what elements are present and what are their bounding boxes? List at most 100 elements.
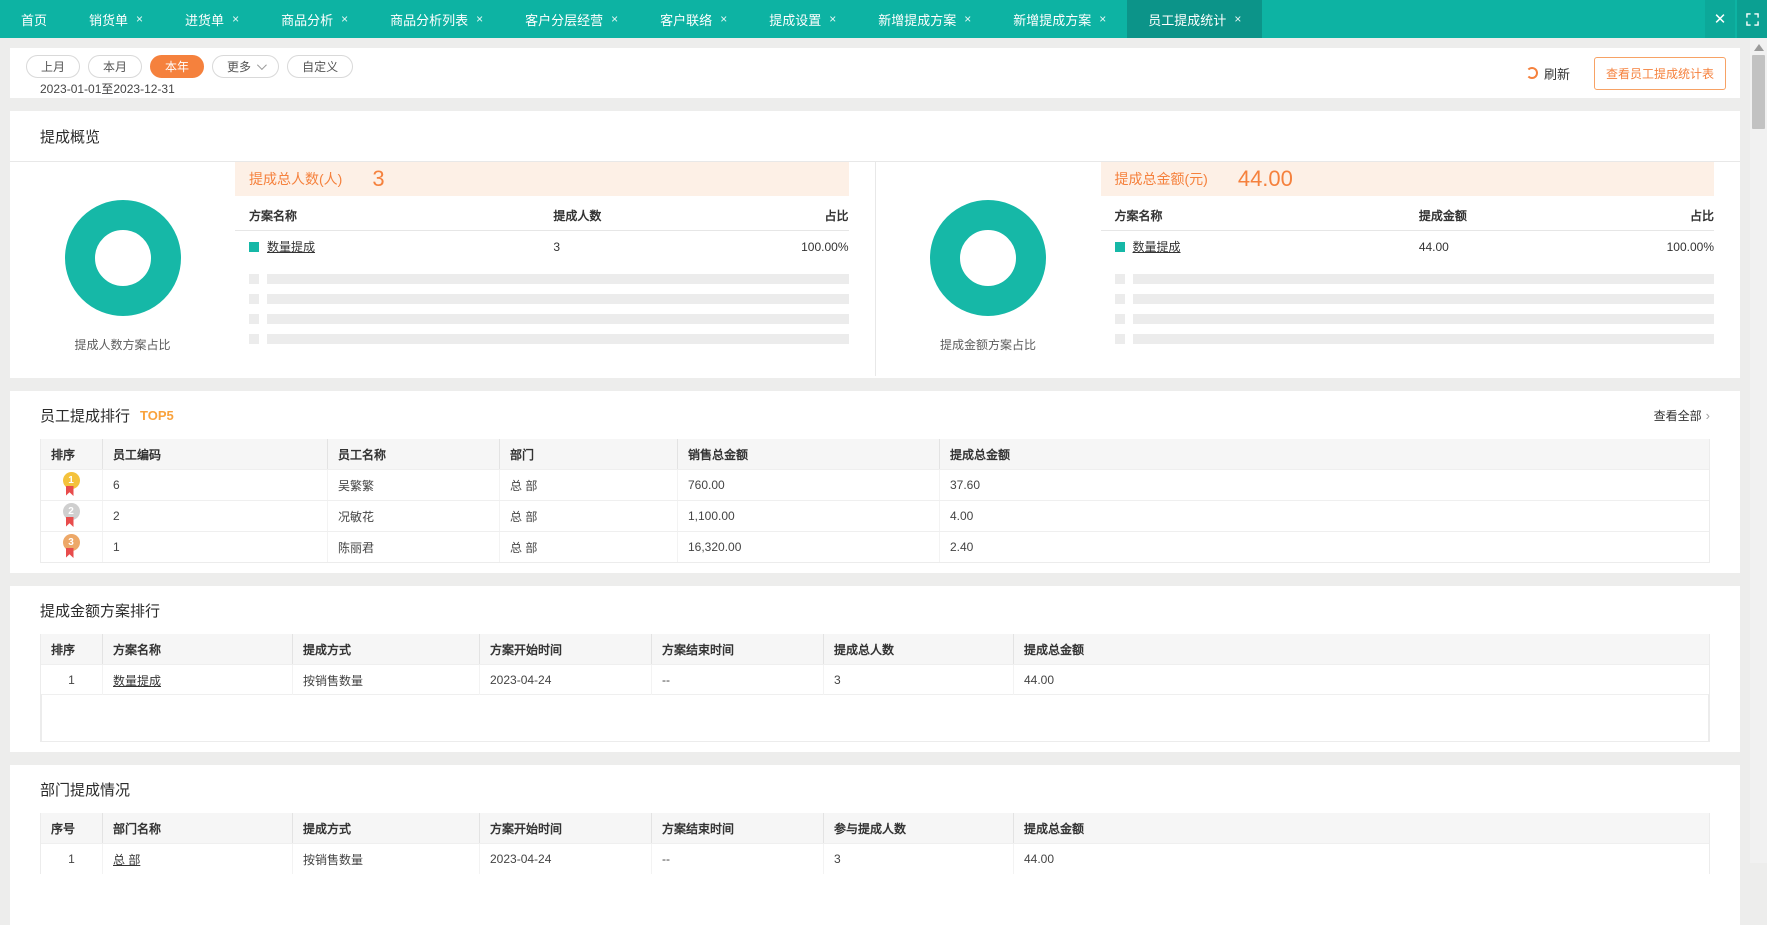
tab-label: 客户分层经营 bbox=[525, 10, 603, 29]
fullscreen-icon bbox=[1746, 13, 1759, 26]
tab-label: 销货单 bbox=[89, 10, 128, 29]
tab-close-icon[interactable]: × bbox=[341, 12, 348, 26]
tab-commission-settings[interactable]: 提成设置× bbox=[748, 0, 857, 38]
tab-customer-tiering[interactable]: 客户分层经营 × bbox=[504, 0, 639, 38]
chevron-right-icon: › bbox=[1706, 408, 1710, 423]
col-value: 提成人数 bbox=[553, 207, 743, 224]
plan-link[interactable]: 数量提成 bbox=[113, 672, 161, 689]
col-method: 提成方式 bbox=[293, 634, 480, 664]
tab-new-commission-plan-2[interactable]: 新增提成方案× bbox=[992, 0, 1127, 38]
plan-link[interactable]: 数量提成 bbox=[1133, 238, 1181, 255]
plan-link[interactable]: 数量提成 bbox=[267, 238, 315, 255]
legend-swatch bbox=[1115, 242, 1125, 252]
tab-sales-order[interactable]: 销货单 × bbox=[68, 0, 164, 38]
total-sales: 16,320.00 bbox=[678, 532, 940, 562]
tab-label: 客户联络 bbox=[660, 10, 712, 29]
tab-close-icon[interactable]: × bbox=[136, 12, 143, 26]
employee-code: 2 bbox=[103, 501, 328, 531]
col-total-amount: 提成总金额 bbox=[1014, 813, 1709, 843]
col-value: 提成金额 bbox=[1419, 207, 1609, 224]
row-value: 44.00 bbox=[1419, 240, 1609, 254]
col-start-date: 方案开始时间 bbox=[480, 634, 652, 664]
department-link[interactable]: 总 部 bbox=[113, 851, 140, 868]
tab-close-icon[interactable]: × bbox=[611, 12, 618, 26]
section-title: 员工提成排行 bbox=[40, 405, 130, 426]
total-sales: 760.00 bbox=[678, 470, 940, 500]
table-header-row: 排序 员工编码 员工名称 部门 销售总金额 提成总金额 bbox=[41, 439, 1709, 469]
refresh-label: 刷新 bbox=[1544, 64, 1570, 83]
section-header: 员工提成排行 TOP5 查看全部 › bbox=[40, 405, 1710, 426]
plan-ranking-section: 提成金额方案排行 排序 方案名称 提成方式 方案开始时间 方案结束时间 提成总人… bbox=[10, 586, 1740, 752]
overview-body: 提成人数方案占比 提成总人数(人) 3 方案名称 提成人数 占比 bbox=[10, 162, 1740, 376]
total-commission: 37.60 bbox=[940, 470, 1709, 500]
tab-new-commission-plan-1[interactable]: 新增提成方案× bbox=[857, 0, 992, 38]
col-rank: 排序 bbox=[41, 634, 103, 664]
tab-close-icon[interactable]: × bbox=[1234, 12, 1241, 26]
top-tab-bar: 首页 销货单 × 进货单 × 商品分析× 商品分析列表 × 客户分层经营 × 客户联络 ×… bbox=[0, 0, 1767, 38]
view-all-link[interactable]: 查看全部 › bbox=[1654, 407, 1710, 424]
col-people-count: 参与提成人数 bbox=[824, 813, 1014, 843]
filter-last-month[interactable]: 上月 bbox=[26, 55, 80, 78]
close-window-button[interactable]: ✕ bbox=[1705, 0, 1735, 38]
employee-name: 况敏花 bbox=[328, 501, 500, 531]
filter-more[interactable]: 更多 bbox=[212, 55, 279, 78]
tab-employee-commission-stats[interactable]: 员工提成统计 × bbox=[1127, 0, 1262, 38]
filter-this-month[interactable]: 本月 bbox=[88, 55, 142, 78]
row-percent: 100.00% bbox=[1609, 240, 1714, 254]
people-count: 3 bbox=[824, 665, 1014, 695]
bronze-medal-icon: 3 bbox=[63, 534, 81, 560]
plan-ranking-table: 排序 方案名称 提成方式 方案开始时间 方案结束时间 提成总人数 提成总金额 1… bbox=[40, 634, 1710, 742]
plan-breakdown-table: 方案名称 提成金额 占比 数量提成 44.00 100.00% bbox=[1101, 200, 1715, 344]
tab-close-icon[interactable]: × bbox=[964, 12, 971, 26]
vertical-scrollbar bbox=[1750, 38, 1767, 863]
filter-toolbar: 上月 本月 本年 更多 自定义 2023-01-01至2023-12-31 刷新… bbox=[10, 48, 1740, 98]
tab-customer-contact[interactable]: 客户联络 × bbox=[639, 0, 748, 38]
employee-ranking-section: 员工提成排行 TOP5 查看全部 › 排序 员工编码 员工名称 部门 销售总金额… bbox=[10, 391, 1740, 573]
headcount-stats: 提成总人数(人) 3 方案名称 提成人数 占比 数量提成 bbox=[235, 162, 875, 376]
row-value: 3 bbox=[553, 240, 743, 254]
scroll-up-arrow-icon[interactable] bbox=[1754, 44, 1764, 51]
department-commission-section: 部门提成情况 序号 部门名称 提成方式 方案开始时间 方案结束时间 参与提成人数… bbox=[10, 765, 1740, 925]
skeleton-rows bbox=[1101, 274, 1715, 344]
tab-strip: 首页 销货单 × 进货单 × 商品分析× 商品分析列表 × 客户分层经营 × 客户联络 ×… bbox=[0, 0, 1705, 38]
table-row: 数量提成 44.00 100.00% bbox=[1101, 231, 1715, 262]
amount-donut-chart bbox=[930, 200, 1046, 316]
end-date: -- bbox=[652, 665, 824, 695]
page-content: 上月 本月 本年 更多 自定义 2023-01-01至2023-12-31 刷新… bbox=[10, 38, 1740, 863]
employee-name: 吴繁繁 bbox=[328, 470, 500, 500]
employee-code: 6 bbox=[103, 470, 328, 500]
tab-close-icon[interactable]: × bbox=[720, 12, 727, 26]
tab-close-icon[interactable]: × bbox=[1099, 12, 1106, 26]
table-header-row: 序号 部门名称 提成方式 方案开始时间 方案结束时间 参与提成人数 提成总金额 bbox=[41, 813, 1709, 843]
stat-label: 提成总人数(人) bbox=[249, 169, 342, 189]
fullscreen-button[interactable] bbox=[1737, 0, 1767, 38]
total-amount: 44.00 bbox=[1014, 665, 1709, 695]
tab-home[interactable]: 首页 bbox=[0, 0, 68, 38]
tab-close-icon[interactable]: × bbox=[476, 12, 483, 26]
tab-label: 商品分析列表 bbox=[390, 10, 468, 29]
table-row: 1 6 吴繁繁 总 部 760.00 37.60 bbox=[41, 469, 1709, 500]
tab-label: 员工提成统计 bbox=[1148, 10, 1226, 29]
pill-label: 上月 bbox=[41, 58, 65, 75]
view-commission-report-button[interactable]: 查看员工提成统计表 bbox=[1594, 57, 1726, 90]
tab-purchase-order[interactable]: 进货单 × bbox=[164, 0, 260, 38]
tab-close-icon[interactable]: × bbox=[829, 12, 836, 26]
empty-table-area bbox=[41, 694, 1709, 742]
filter-this-year[interactable]: 本年 bbox=[150, 55, 204, 78]
tab-product-analysis-list[interactable]: 商品分析列表 × bbox=[369, 0, 504, 38]
top5-badge: TOP5 bbox=[140, 408, 174, 423]
filter-custom[interactable]: 自定义 bbox=[287, 55, 353, 78]
col-percent: 占比 bbox=[744, 207, 849, 224]
total-commission: 4.00 bbox=[940, 501, 1709, 531]
employee-name: 陈丽君 bbox=[328, 532, 500, 562]
amount-panel: 提成金额方案占比 提成总金额(元) 44.00 方案名称 提成金额 占比 bbox=[875, 162, 1741, 376]
tab-product-analysis[interactable]: 商品分析× bbox=[260, 0, 369, 38]
tab-close-icon[interactable]: × bbox=[232, 12, 239, 26]
stat-band: 提成总人数(人) 3 bbox=[235, 162, 849, 196]
row-percent: 100.00% bbox=[744, 240, 849, 254]
headcount-chart-area: 提成人数方案占比 bbox=[10, 162, 235, 376]
selected-date-range: 2023-01-01至2023-12-31 bbox=[40, 80, 1724, 97]
scrollbar-thumb[interactable] bbox=[1752, 55, 1765, 129]
tab-label: 进货单 bbox=[185, 10, 224, 29]
refresh-button[interactable]: 刷新 bbox=[1526, 64, 1570, 83]
